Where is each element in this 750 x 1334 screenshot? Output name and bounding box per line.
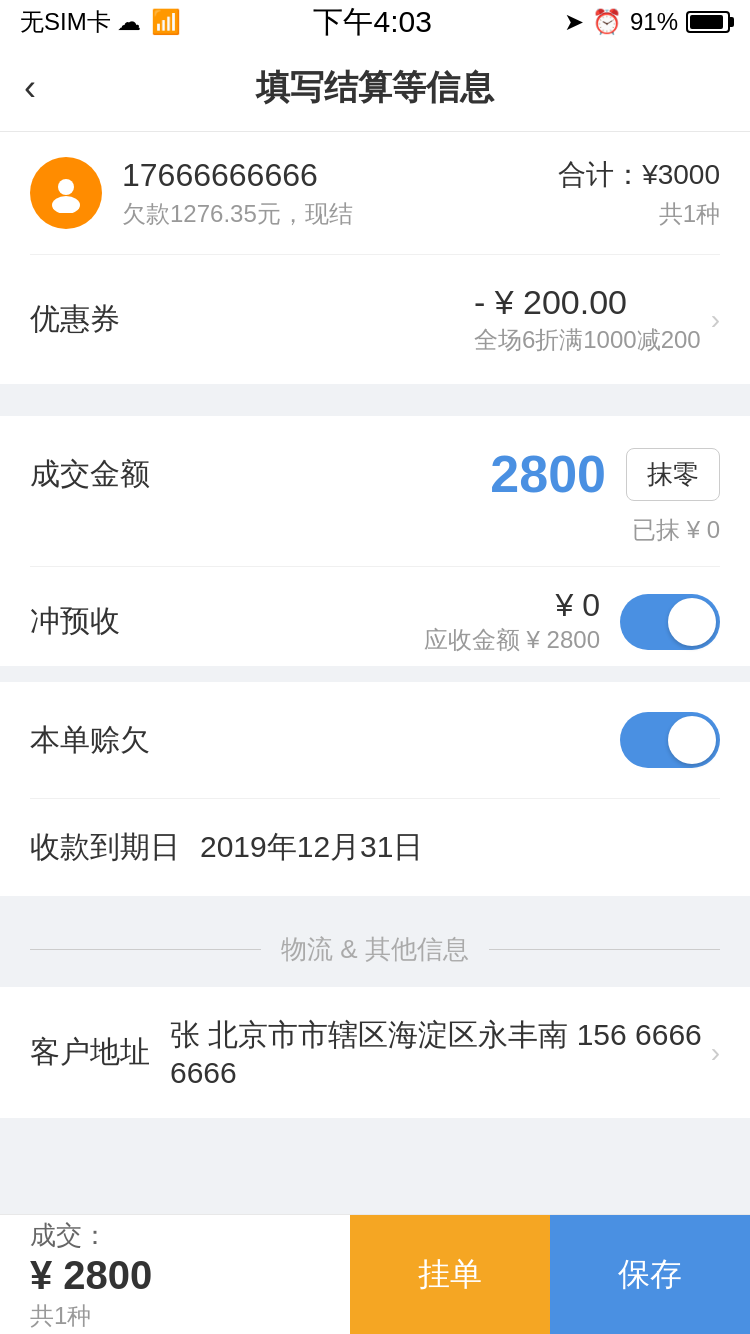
wifi-icon: 📶 (151, 8, 181, 36)
amount-sub-text: 已抹 ¥ 0 (30, 514, 720, 566)
divider-line-left (30, 949, 261, 950)
page-title: 填写结算等信息 (256, 65, 494, 111)
amount-label: 成交金额 (30, 454, 150, 495)
bottom-bar: 成交： ¥ 2800 共1种 挂单 保存 (0, 1214, 750, 1334)
avatar (30, 157, 102, 229)
due-date-row: 收款到期日 2019年12月31日 (30, 798, 720, 896)
prepay-row: 冲预收 ¥ 0 应收金额 ¥ 2800 (30, 566, 720, 666)
status-bar: 无SIM卡 ☁ 📶 下午4:03 ➤ ⏰ 91% (0, 0, 750, 44)
save-button[interactable]: 保存 (550, 1215, 750, 1335)
coupon-row[interactable]: 优惠券 - ¥ 200.00 全场6折满1000减200 › (30, 254, 720, 384)
divider-line-right (489, 949, 720, 950)
svg-point-1 (52, 196, 80, 213)
address-row[interactable]: 客户地址 张 北京市市辖区海淀区永丰南 156 6666 6666 › (30, 987, 720, 1118)
location-icon: ➤ (564, 8, 584, 36)
address-chevron-icon: › (711, 1037, 720, 1069)
user-left: 17666666666 欠款1276.35元，现结 (30, 157, 353, 230)
prepay-sub: 应收金额 ¥ 2800 (424, 624, 600, 656)
status-right: ➤ ⏰ 91% (564, 8, 730, 36)
debt-label: 本单赊欠 (30, 720, 150, 761)
sim-text: 无SIM卡 ☁ (20, 6, 141, 38)
address-section: 客户地址 张 北京市市辖区海淀区永丰南 156 6666 6666 › (0, 987, 750, 1118)
prepay-value-group: ¥ 0 应收金额 ¥ 2800 (424, 587, 600, 656)
due-date-label: 收款到期日 (30, 827, 180, 868)
coupon-desc: 全场6折满1000减200 (474, 324, 701, 356)
prepay-value: ¥ 0 (424, 587, 600, 624)
chevron-right-icon: › (711, 304, 720, 336)
back-button[interactable]: ‹ (24, 67, 36, 109)
total-label: 合计：¥3000 (558, 156, 720, 194)
alarm-icon: ⏰ (592, 8, 622, 36)
debt-section: 本单赊欠 收款到期日 2019年12月31日 (0, 682, 750, 896)
user-details: 17666666666 欠款1276.35元，现结 (122, 157, 353, 230)
address-value: 张 北京市市辖区海淀区永丰南 156 6666 6666 (170, 1015, 711, 1090)
coupon-right: - ¥ 200.00 全场6折满1000减200 › (474, 283, 720, 356)
svg-point-0 (58, 179, 74, 195)
amount-right: 2800 抹零 (490, 444, 720, 504)
prepay-label: 冲预收 (30, 601, 120, 642)
user-phone: 17666666666 (122, 157, 353, 194)
user-total: 合计：¥3000 共1种 (558, 156, 720, 230)
bottom-count: 共1种 (30, 1300, 320, 1332)
user-info-section: 17666666666 欠款1276.35元，现结 合计：¥3000 共1种 优… (0, 132, 750, 384)
status-left: 无SIM卡 ☁ 📶 (20, 6, 181, 38)
debt-toggle-knob (668, 716, 716, 764)
logistics-divider: 物流 & 其他信息 (0, 912, 750, 987)
coupon-info: - ¥ 200.00 全场6折满1000减200 (474, 283, 701, 356)
hold-button[interactable]: 挂单 (350, 1215, 550, 1335)
deal-label: 成交： (30, 1218, 320, 1253)
debt-row: 本单赊欠 (30, 682, 720, 798)
prepay-right: ¥ 0 应收金额 ¥ 2800 (424, 587, 720, 656)
battery-fill (690, 15, 723, 29)
round-button[interactable]: 抹零 (626, 448, 720, 501)
amount-value: 2800 (490, 444, 606, 504)
battery-text: 91% (630, 8, 678, 36)
gray-separator-1 (0, 400, 750, 416)
coupon-label: 优惠券 (30, 299, 120, 340)
amount-row: 成交金额 2800 抹零 (30, 416, 720, 514)
toggle-knob (668, 598, 716, 646)
logistics-label: 物流 & 其他信息 (281, 932, 469, 967)
total-count: 共1种 (558, 198, 720, 230)
bottom-left: 成交： ¥ 2800 共1种 (0, 1218, 350, 1332)
debt-toggle[interactable] (620, 712, 720, 768)
user-sub-text: 欠款1276.35元，现结 (122, 198, 353, 230)
user-info-row: 17666666666 欠款1276.35元，现结 合计：¥3000 共1种 (30, 132, 720, 254)
battery-icon (686, 11, 730, 33)
address-label: 客户地址 (30, 1032, 150, 1073)
gray-separator-2 (0, 666, 750, 682)
prepay-toggle[interactable] (620, 594, 720, 650)
nav-bar: ‹ 填写结算等信息 (0, 44, 750, 132)
bottom-amount: ¥ 2800 (30, 1253, 320, 1298)
coupon-discount: - ¥ 200.00 (474, 283, 701, 322)
status-time: 下午4:03 (313, 2, 431, 43)
amount-section: 成交金额 2800 抹零 已抹 ¥ 0 冲预收 ¥ 0 应收金额 ¥ 2800 (0, 416, 750, 666)
due-date-value: 2019年12月31日 (200, 827, 423, 868)
